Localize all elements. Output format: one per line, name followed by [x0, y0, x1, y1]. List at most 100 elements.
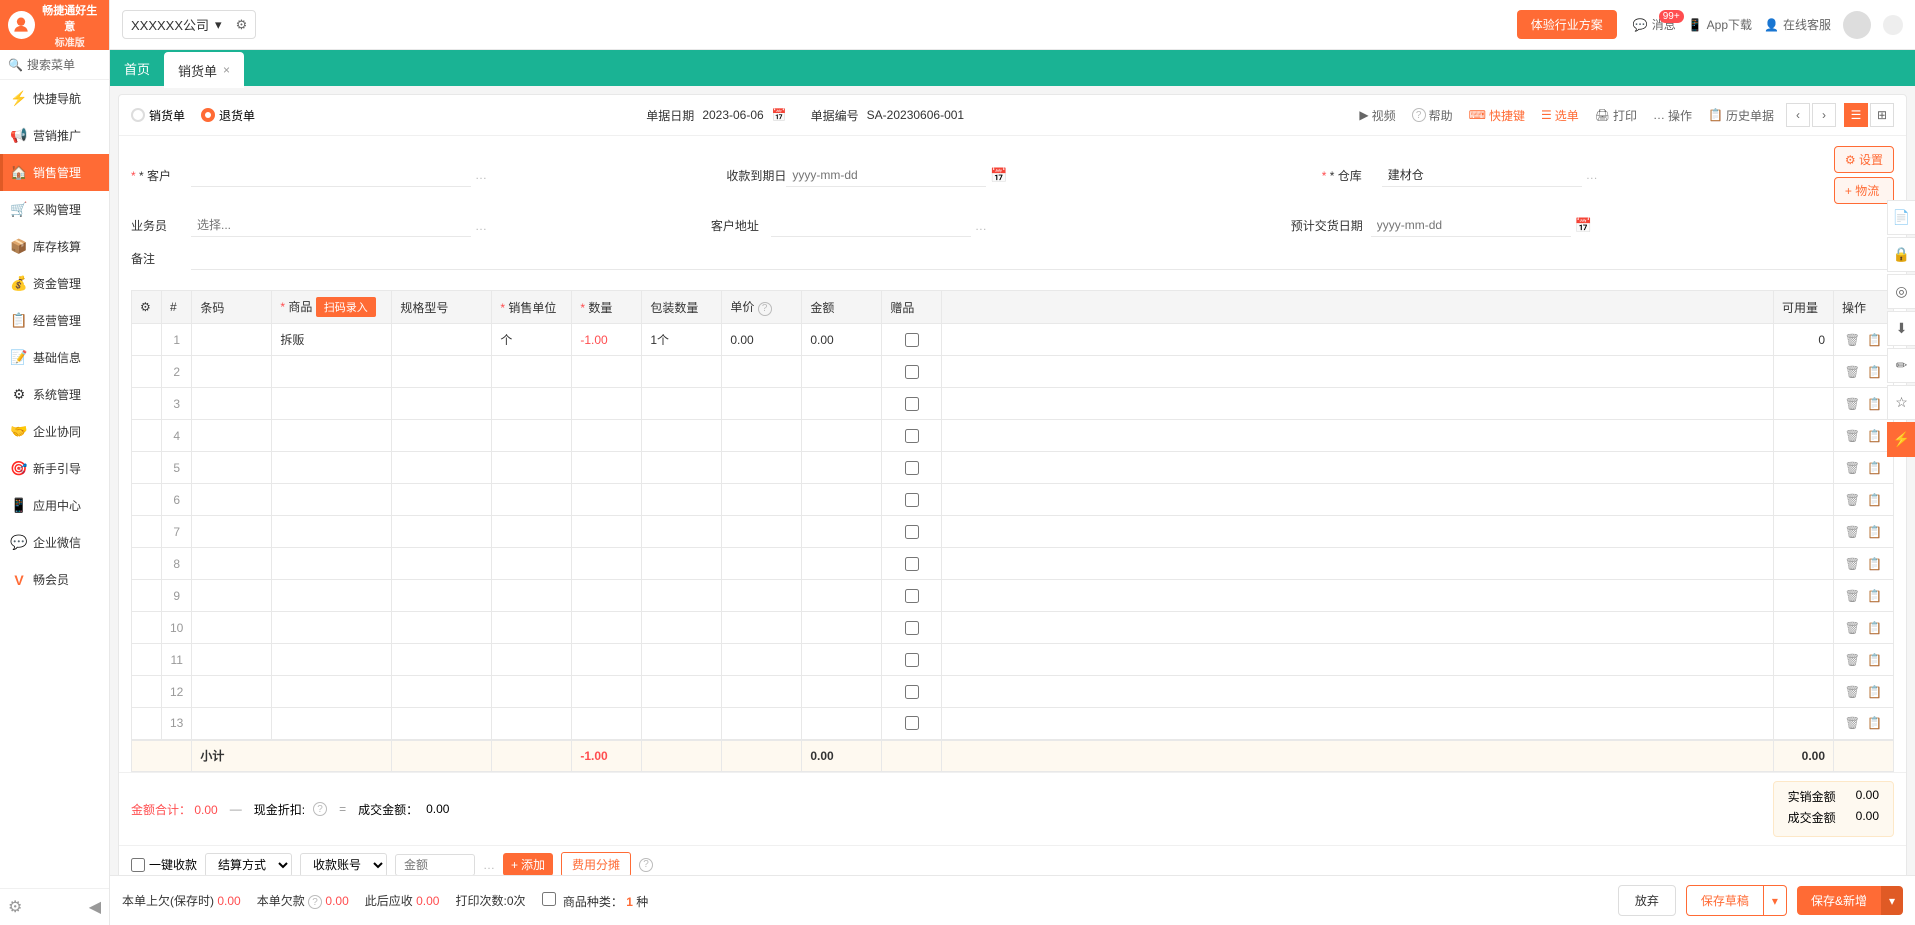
row-barcode-10[interactable] [192, 644, 272, 676]
row-unit-9[interactable] [492, 612, 572, 644]
row-barcode-8[interactable] [192, 580, 272, 612]
row-spec-7[interactable] [392, 548, 492, 580]
row-unit-12[interactable] [492, 708, 572, 740]
row-delete-icon-1[interactable]: 🗑 [1845, 365, 1860, 379]
row-price-1[interactable] [722, 356, 802, 388]
row-gift-2[interactable] [882, 388, 942, 420]
row-amount-4[interactable] [802, 452, 882, 484]
save-new-arrow[interactable]: ▾ [1881, 886, 1903, 915]
row-barcode-4[interactable] [192, 452, 272, 484]
row-delete-icon-5[interactable]: 🗑 [1845, 493, 1860, 507]
row-delete-icon-9[interactable]: 🗑 [1845, 621, 1860, 635]
row-pkg-1[interactable] [642, 356, 722, 388]
row-product-9[interactable] [272, 612, 392, 644]
row-barcode-5[interactable] [192, 484, 272, 516]
row-spec-8[interactable] [392, 580, 492, 612]
row-unit-4[interactable] [492, 452, 572, 484]
row-pkg-2[interactable] [642, 388, 722, 420]
search-menu[interactable]: 🔍 搜索菜单 [0, 50, 109, 80]
sidebar-item-sales[interactable]: 🏠 销售管理 [0, 154, 109, 191]
tab-close-icon[interactable]: × [223, 63, 230, 77]
row-qty-12[interactable] [572, 708, 642, 740]
row-product-0[interactable]: 拆贩 [272, 324, 392, 356]
row-amount-10[interactable] [802, 644, 882, 676]
customer-addr-dots[interactable]: … [971, 219, 991, 233]
video-btn[interactable]: ▶ 视频 [1355, 105, 1399, 126]
row-spec-2[interactable] [392, 388, 492, 420]
row-copy-icon-6[interactable]: 📋 [1867, 525, 1882, 539]
row-unit-6[interactable] [492, 516, 572, 548]
sidebar-item-inventory[interactable]: 📦 库存核算 [0, 228, 109, 265]
discard-btn[interactable]: 放弃 [1618, 885, 1676, 916]
row-qty-5[interactable] [572, 484, 642, 516]
prev-btn[interactable]: ‹ [1786, 103, 1810, 127]
customer-dots[interactable]: … [471, 168, 491, 182]
save-draft-btn[interactable]: 保存草稿 [1686, 885, 1764, 916]
float-edit-btn[interactable]: ✏ [1887, 348, 1915, 383]
sidebar-item-system[interactable]: ⚙ 系统管理 [0, 376, 109, 413]
row-barcode-9[interactable] [192, 612, 272, 644]
due-date-input[interactable] [786, 164, 986, 187]
row-unit-3[interactable] [492, 420, 572, 452]
row-pkg-0[interactable]: 1个 [642, 324, 722, 356]
expected-date-calendar-icon[interactable]: 📅 [1571, 217, 1596, 234]
customer-addr-input[interactable] [771, 214, 971, 237]
user-avatar[interactable] [1843, 11, 1871, 39]
col-settings-header[interactable]: ⚙ [132, 291, 162, 324]
row-pkg-6[interactable] [642, 516, 722, 548]
expected-date-input[interactable] [1371, 214, 1571, 237]
row-qty-3[interactable] [572, 420, 642, 452]
date-value[interactable]: 2023-06-06 [702, 108, 763, 122]
float-star-btn[interactable]: ☆ [1887, 385, 1915, 420]
row-gift-0[interactable] [882, 324, 942, 356]
row-product-8[interactable] [272, 580, 392, 612]
sidebar-item-newbie[interactable]: 🎯 新手引导 [0, 450, 109, 487]
row-spec-5[interactable] [392, 484, 492, 516]
row-copy-icon-7[interactable]: 📋 [1867, 557, 1882, 571]
row-qty-11[interactable] [572, 676, 642, 708]
float-notes-btn[interactable]: 📄 [1887, 200, 1915, 235]
row-unit-2[interactable] [492, 388, 572, 420]
sidebar-item-quicknav[interactable]: ⚡ 快捷导航 [0, 80, 109, 117]
row-amount-11[interactable] [802, 676, 882, 708]
one-key-payment-input[interactable] [131, 858, 145, 872]
row-unit-1[interactable] [492, 356, 572, 388]
expense-split-btn[interactable]: 费用分摊 [561, 852, 631, 877]
row-gift-9[interactable] [882, 612, 942, 644]
row-delete-icon-4[interactable]: 🗑 [1845, 461, 1860, 475]
row-amount-3[interactable] [802, 420, 882, 452]
row-pkg-11[interactable] [642, 676, 722, 708]
row-barcode-0[interactable] [192, 324, 272, 356]
row-unit-8[interactable] [492, 580, 572, 612]
row-barcode-1[interactable] [192, 356, 272, 388]
row-qty-6[interactable] [572, 516, 642, 548]
save-new-btn[interactable]: 保存&新增 [1797, 886, 1881, 915]
sidebar-item-purchase[interactable]: 🛒 采购管理 [0, 191, 109, 228]
row-unit-10[interactable] [492, 644, 572, 676]
row-price-11[interactable] [722, 676, 802, 708]
row-delete-icon-11[interactable]: 🗑 [1845, 685, 1860, 699]
user-avatar2[interactable] [1883, 15, 1903, 35]
grid-view-btn[interactable]: ⊞ [1870, 103, 1894, 127]
row-pkg-3[interactable] [642, 420, 722, 452]
settings-btn[interactable]: ⚙ 设置 [1834, 146, 1894, 173]
settlement-select[interactable]: 结算方式 [205, 853, 292, 877]
row-delete-icon-3[interactable]: 🗑 [1845, 429, 1860, 443]
row-copy-icon-5[interactable]: 📋 [1867, 493, 1882, 507]
row-pkg-4[interactable] [642, 452, 722, 484]
save-draft-arrow[interactable]: ▾ [1764, 885, 1787, 916]
row-delete-icon-8[interactable]: 🗑 [1845, 589, 1860, 603]
row-price-3[interactable] [722, 420, 802, 452]
float-download-btn[interactable]: ⬇ [1887, 311, 1915, 346]
shortcut-btn[interactable]: ⌨ 快捷键 [1465, 105, 1529, 126]
sidebar-settings-icon[interactable]: ⚙ [8, 897, 22, 917]
row-copy-icon-0[interactable]: 📋 [1867, 333, 1882, 347]
scan-btn[interactable]: 扫码录入 [316, 297, 376, 317]
row-pkg-10[interactable] [642, 644, 722, 676]
row-gift-3[interactable] [882, 420, 942, 452]
row-price-5[interactable] [722, 484, 802, 516]
product-type-checkbox[interactable] [542, 892, 556, 906]
print-btn[interactable]: 🖨 打印 [1591, 105, 1641, 126]
row-amount-5[interactable] [802, 484, 882, 516]
row-amount-8[interactable] [802, 580, 882, 612]
